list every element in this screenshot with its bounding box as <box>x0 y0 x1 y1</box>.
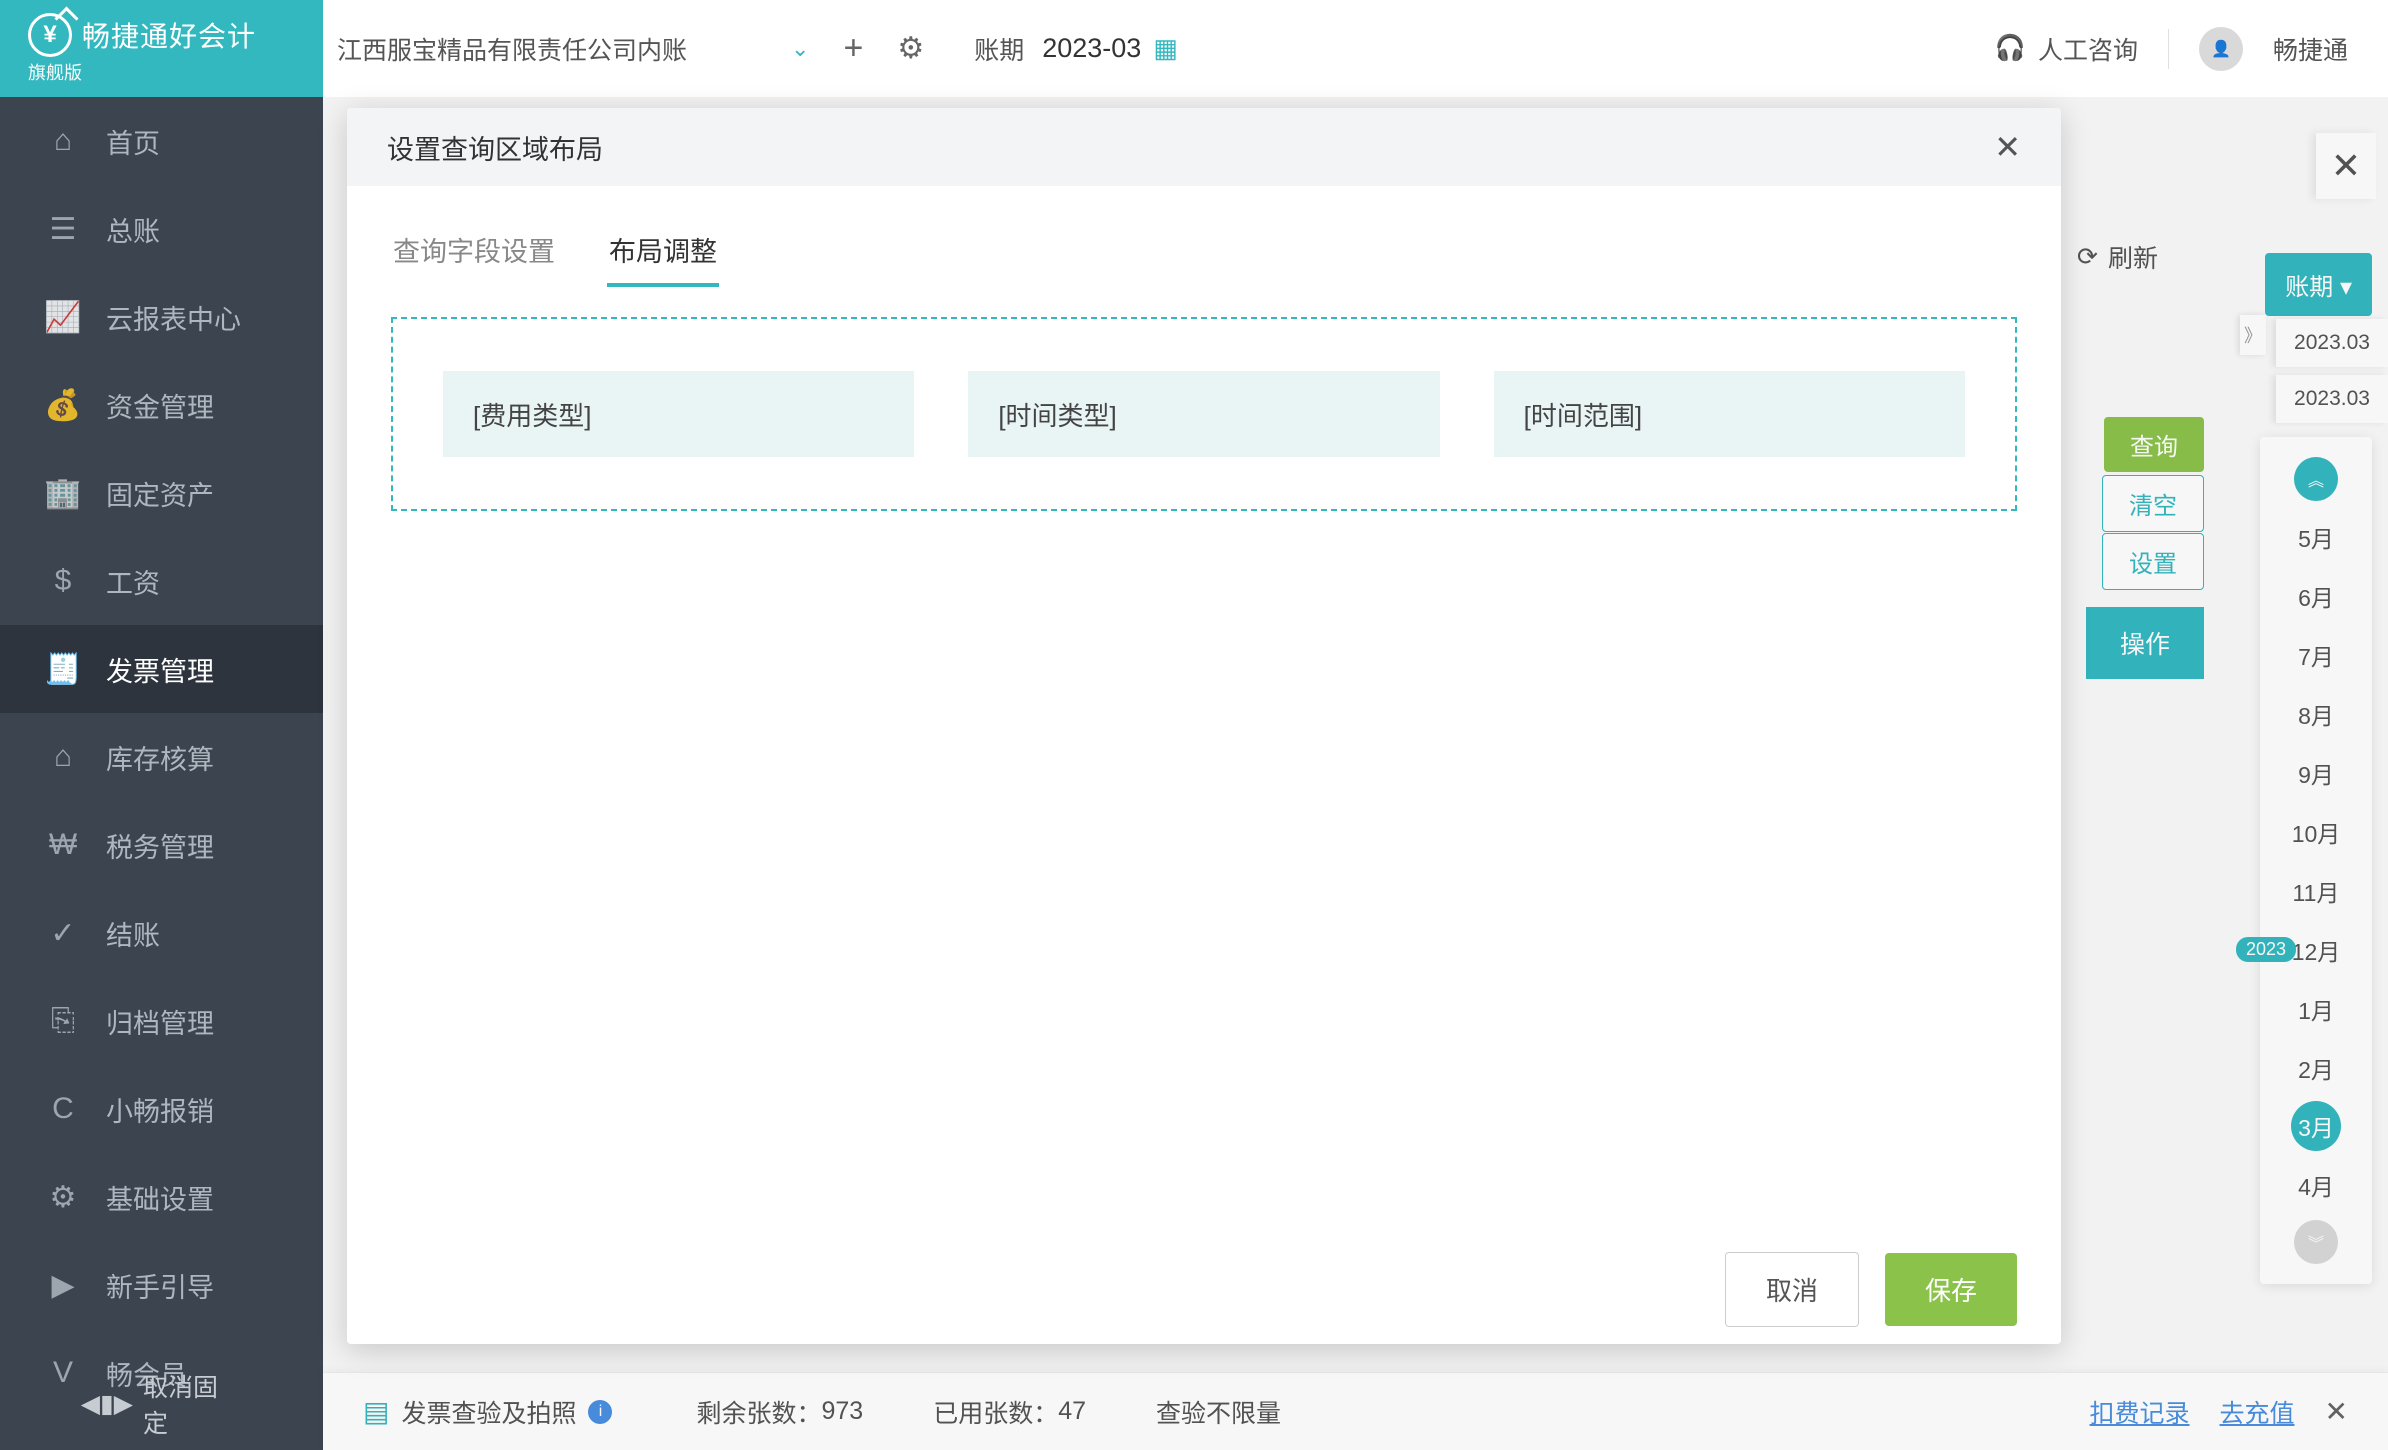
save-button[interactable]: 保存 <box>1885 1253 2017 1326</box>
sidebar-item-funds[interactable]: 💰 资金管理 <box>0 361 323 449</box>
sidebar-item-reports[interactable]: 📈 云报表中心 <box>0 273 323 361</box>
logo-icon <box>28 13 72 57</box>
vip-icon: V <box>46 1356 80 1390</box>
chip-time-range[interactable]: [时间范围] <box>1494 371 1965 457</box>
sidebar-item-label: 小畅报销 <box>106 1090 214 1129</box>
sidebar-pin-toggle[interactable]: ◀▮▶ 取消固定 <box>81 1368 243 1440</box>
archive-icon: ⎘ <box>46 1004 80 1038</box>
sidebar-item-ledger[interactable]: ☰ 总账 <box>0 185 323 273</box>
sidebar-item-label: 资金管理 <box>106 386 214 425</box>
sidebar-item-salary[interactable]: $ 工资 <box>0 537 323 625</box>
sidebar-item-label: 归档管理 <box>106 1002 214 1041</box>
sidebar-item-home[interactable]: ⌂ 首页 <box>0 97 323 185</box>
sidebar-item-label: 固定资产 <box>106 474 214 513</box>
tab-layout-adjust[interactable]: 布局调整 <box>607 216 719 287</box>
modal-title: 设置查询区域布局 <box>387 128 603 167</box>
sidebar-item-label: 首页 <box>106 122 160 161</box>
box-icon: ⌂ <box>46 740 80 774</box>
username[interactable]: 畅捷通 <box>2273 31 2348 67</box>
gear-icon: ⚙ <box>46 1180 80 1214</box>
settings-icon[interactable]: ⚙ <box>897 31 924 66</box>
tax-icon: ₩ <box>46 828 80 862</box>
building-icon: 🏢 <box>46 476 80 510</box>
sidebar-item-label: 总账 <box>106 210 160 249</box>
sidebar-item-basic[interactable]: ⚙ 基础设置 <box>0 1153 323 1241</box>
pin-label: 取消固定 <box>143 1368 242 1440</box>
layout-settings-modal: 设置查询区域布局 ✕ 查询字段设置 布局调整 [费用类型] [时间类型] [时间… <box>347 108 2061 1344</box>
company-name: 江西服宝精品有限责任公司内账 <box>337 31 687 67</box>
modal-footer: 取消 保存 <box>347 1234 2061 1344</box>
sidebar-item-label: 发票管理 <box>106 650 214 689</box>
consult-link[interactable]: 🎧 人工咨询 <box>1995 31 2138 67</box>
sidebar-item-expense[interactable]: C 小畅报销 <box>0 1065 323 1153</box>
calendar-icon[interactable]: ▦ <box>1153 33 1178 64</box>
sidebar-item-label: 云报表中心 <box>106 298 241 337</box>
layout-drop-area[interactable]: [费用类型] [时间类型] [时间范围] <box>391 317 2017 511</box>
add-button[interactable]: + <box>843 29 863 68</box>
sidebar-item-label: 库存核算 <box>106 738 214 777</box>
money-icon: 💰 <box>46 388 80 422</box>
pin-icon: ◀▮▶ <box>81 1389 133 1419</box>
separator <box>2168 29 2169 69</box>
sidebar-item-inventory[interactable]: ⌂ 库存核算 <box>0 713 323 801</box>
invoice-icon: 🧾 <box>46 652 80 686</box>
sidebar-item-invoice[interactable]: 🧾 发票管理 <box>0 625 323 713</box>
chip-time-type[interactable]: [时间类型] <box>968 371 1439 457</box>
chip-expense-type[interactable]: [费用类型] <box>443 371 914 457</box>
modal-header: 设置查询区域布局 ✕ <box>347 108 2061 186</box>
sidebar-item-label: 基础设置 <box>106 1178 214 1217</box>
check-icon: ✓ <box>46 916 80 950</box>
consult-label: 人工咨询 <box>2038 31 2138 67</box>
sidebar-item-label: 税务管理 <box>106 826 214 865</box>
app-header: 畅捷通好会计 旗舰版 江西服宝精品有限责任公司内账 ⌄ + ⚙ 账期 2023-… <box>0 0 2388 97</box>
period-value[interactable]: 2023-03 <box>1042 33 1141 64</box>
chevron-down-icon: ⌄ <box>791 36 809 62</box>
period-label: 账期 <box>974 31 1024 67</box>
sidebar-item-tax[interactable]: ₩ 税务管理 <box>0 801 323 889</box>
tab-field-settings[interactable]: 查询字段设置 <box>391 216 557 287</box>
play-icon: ▶ <box>46 1268 80 1302</box>
ledger-icon: ☰ <box>46 212 80 246</box>
avatar[interactable]: 👤 <box>2199 27 2243 71</box>
company-selector[interactable]: 江西服宝精品有限责任公司内账 ⌄ <box>337 31 809 67</box>
cancel-button[interactable]: 取消 <box>1725 1252 1859 1327</box>
sidebar-item-closing[interactable]: ✓ 结账 <box>0 889 323 977</box>
headset-icon: 🎧 <box>1995 34 2026 63</box>
modal-body: 查询字段设置 布局调整 [费用类型] [时间类型] [时间范围] <box>347 186 2061 1234</box>
sidebar-item-label: 新手引导 <box>106 1266 214 1305</box>
salary-icon: $ <box>46 564 80 598</box>
sidebar: ⌂ 首页 ☰ 总账 📈 云报表中心 💰 资金管理 🏢 固定资产 $ 工资 🧾 发票管理 ⌂ 库存… <box>0 97 323 1450</box>
logo-text: 畅捷通好会计 <box>82 15 256 55</box>
logo-subtitle: 旗舰版 <box>28 59 323 85</box>
home-icon: ⌂ <box>46 124 80 158</box>
chart-icon: 📈 <box>46 300 80 334</box>
logo-block: 畅捷通好会计 旗舰版 <box>0 0 323 97</box>
sidebar-item-label: 工资 <box>106 562 160 601</box>
sidebar-item-guide[interactable]: ▶ 新手引导 <box>0 1241 323 1329</box>
c-icon: C <box>46 1092 80 1126</box>
sidebar-item-archive[interactable]: ⎘ 归档管理 <box>0 977 323 1065</box>
sidebar-item-label: 结账 <box>106 914 160 953</box>
sidebar-item-assets[interactable]: 🏢 固定资产 <box>0 449 323 537</box>
modal-tabs: 查询字段设置 布局调整 <box>391 216 2017 287</box>
modal-close-icon[interactable]: ✕ <box>1994 128 2021 166</box>
